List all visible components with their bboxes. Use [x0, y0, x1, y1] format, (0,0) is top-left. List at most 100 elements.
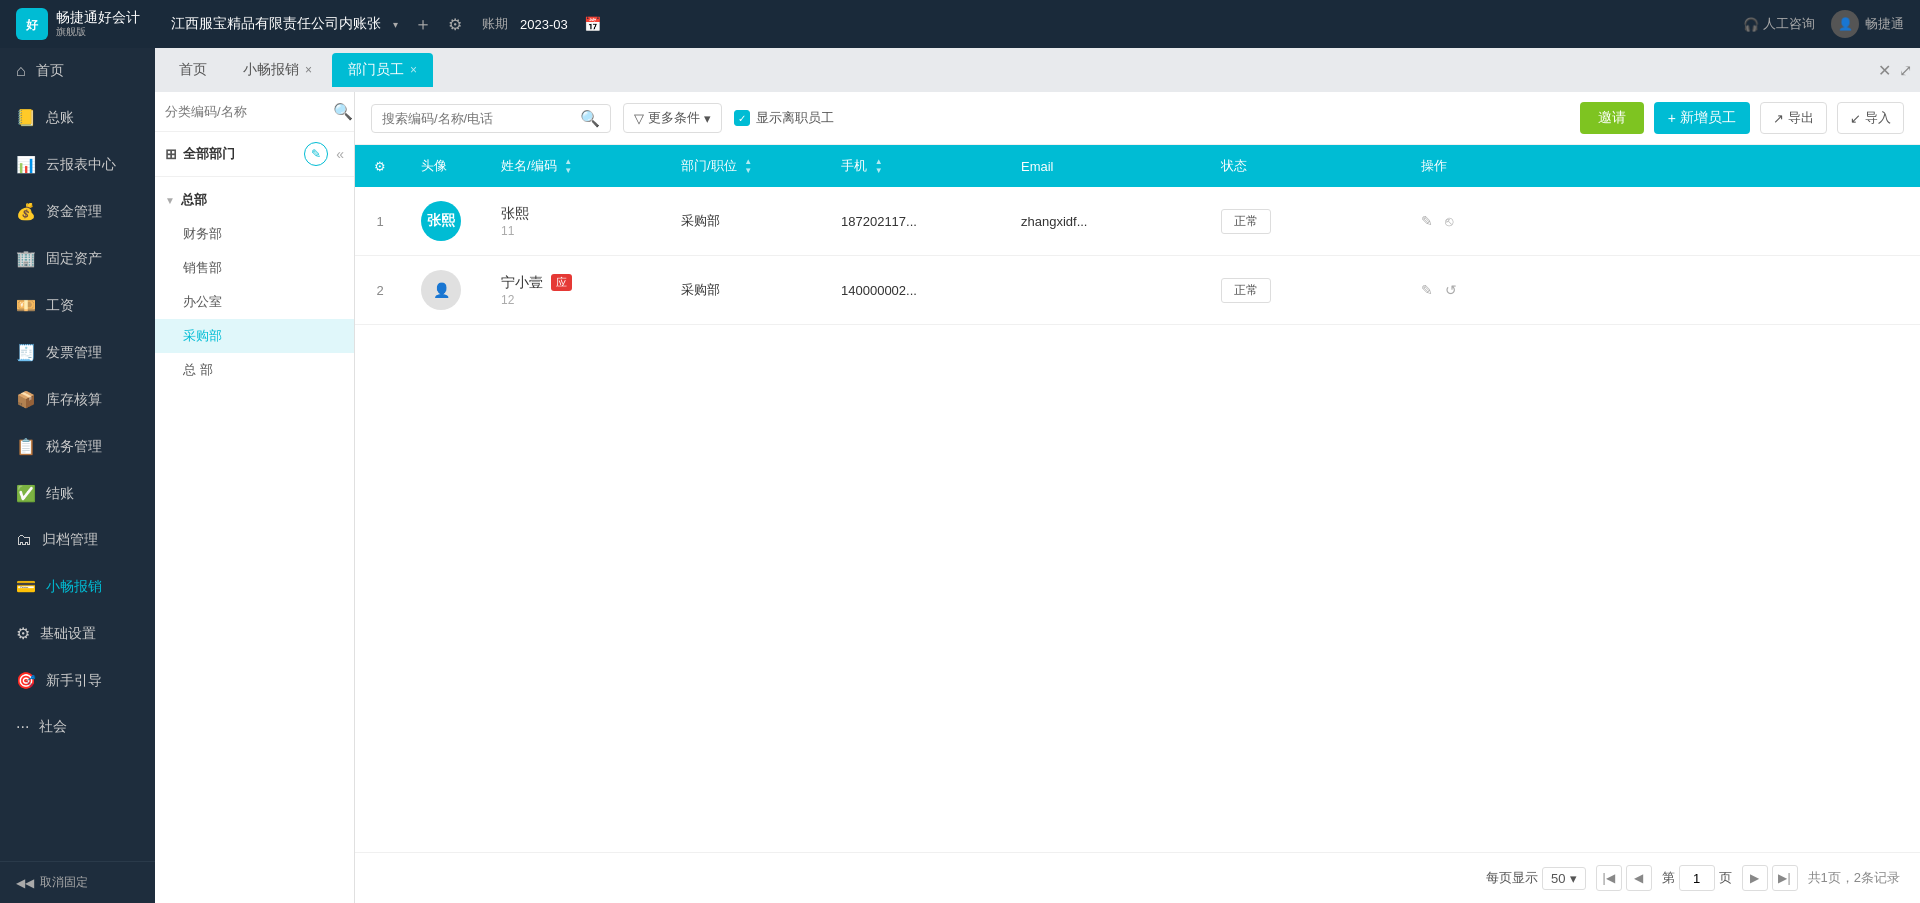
header-add-icon[interactable]: ＋: [410, 12, 436, 36]
dept-item-purchase-label: 采购部: [183, 327, 222, 345]
sidebar-item-archive[interactable]: 🗂 归档管理: [0, 517, 155, 563]
col-settings-icon[interactable]: ⚙: [374, 159, 386, 174]
prev-page-button[interactable]: ◀: [1626, 865, 1652, 891]
import-button[interactable]: ↙ 导入: [1837, 102, 1904, 134]
unpin-button[interactable]: ◀◀ 取消固定: [0, 861, 155, 903]
service-label: 人工咨询: [1763, 15, 1815, 33]
dept-search-icon[interactable]: 🔍: [333, 102, 353, 121]
all-dept-label[interactable]: ⊞ 全部部门: [165, 145, 235, 163]
user-area[interactable]: 👤 畅捷通: [1831, 10, 1904, 38]
employee-name: 张熙: [501, 205, 529, 223]
dept-search-input[interactable]: [165, 104, 333, 119]
col-name-code[interactable]: 姓名/编码 ▲▼: [485, 145, 665, 187]
sidebar-label-funds: 资金管理: [46, 203, 102, 221]
sidebar-item-more[interactable]: ··· 社会: [0, 704, 155, 750]
col-avatar: 头像: [405, 145, 485, 187]
next-page-button[interactable]: ▶: [1742, 865, 1768, 891]
sidebar-item-settings[interactable]: ⚙ 基础设置: [0, 610, 155, 657]
col-dept-pos[interactable]: 部门/职位 ▲▼: [665, 145, 825, 187]
per-page-value: 50: [1551, 871, 1565, 886]
avatar: 张熙: [421, 201, 461, 241]
import-label: 导入: [1865, 109, 1891, 127]
sidebar-label-invoice: 发票管理: [46, 344, 102, 362]
tab-home[interactable]: 首页: [163, 53, 223, 87]
add-icon: +: [1668, 110, 1676, 126]
sidebar-label-assets: 固定资产: [46, 250, 102, 268]
sidebar-item-ledger[interactable]: 📒 总账: [0, 94, 155, 141]
filter-chevron-icon: ▾: [704, 111, 711, 126]
refresh-icon[interactable]: ↺: [1445, 282, 1457, 298]
show-inactive-toggle[interactable]: ✓ 显示离职员工: [734, 109, 834, 127]
add-employee-button[interactable]: + 新增员工: [1654, 102, 1750, 134]
row-actions: ✎↺: [1405, 256, 1920, 325]
dept-item-finance[interactable]: 财务部: [155, 217, 354, 251]
sidebar-item-inventory[interactable]: 📦 库存核算: [0, 376, 155, 423]
sidebar-label-expense: 小畅报销: [46, 578, 102, 596]
sidebar-item-assets[interactable]: 🏢 固定资产: [0, 235, 155, 282]
dept-item-sales[interactable]: 销售部: [155, 251, 354, 285]
header-right: 🎧 人工咨询 👤 畅捷通: [1743, 10, 1904, 38]
per-page-label: 每页显示: [1486, 869, 1538, 887]
filter-label: 更多条件: [648, 109, 700, 127]
search-input[interactable]: [382, 111, 574, 126]
search-icon[interactable]: 🔍: [580, 109, 600, 128]
sidebar-item-funds[interactable]: 💰 资金管理: [0, 188, 155, 235]
funds-icon: 💰: [16, 202, 36, 221]
export-icon: ↗: [1773, 111, 1784, 126]
page-number-input[interactable]: [1679, 865, 1715, 891]
tab-dept-employee[interactable]: 部门员工 ×: [332, 53, 433, 87]
sidebar-item-home[interactable]: ⌂ 首页: [0, 48, 155, 94]
col-settings[interactable]: ⚙: [355, 145, 405, 187]
status-badge: 正常: [1221, 278, 1271, 303]
col-email: Email: [1005, 145, 1205, 187]
employee-code: 12: [501, 293, 514, 307]
per-page-dropdown[interactable]: 50 ▾: [1542, 867, 1585, 890]
logo-area: 好 畅捷通好会计 旗舰版: [16, 8, 171, 40]
last-page-button[interactable]: ▶|: [1772, 865, 1798, 891]
tab-dept-employee-label: 部门员工: [348, 61, 404, 79]
dept-item-hq2[interactable]: 总 部: [155, 353, 354, 387]
invite-button[interactable]: 邀请: [1580, 102, 1644, 134]
app-edition: 旗舰版: [56, 25, 140, 39]
dept-edit-button[interactable]: ✎: [304, 142, 328, 166]
dept-item-hq[interactable]: ▼ 总部: [155, 183, 354, 217]
dept-collapse-icon[interactable]: «: [336, 146, 344, 162]
company-dropdown-icon[interactable]: ▾: [393, 19, 398, 30]
logout-icon[interactable]: ⎋: [1445, 213, 1453, 229]
service-button[interactable]: 🎧 人工咨询: [1743, 15, 1815, 33]
edit-icon[interactable]: ✎: [1421, 282, 1433, 298]
expand-icon[interactable]: ⤢: [1899, 61, 1912, 80]
tab-expense-close-icon[interactable]: ×: [305, 63, 312, 77]
sidebar-item-reports[interactable]: 📊 云报表中心: [0, 141, 155, 188]
calendar-icon[interactable]: 📅: [584, 16, 601, 32]
tab-expense[interactable]: 小畅报销 ×: [227, 53, 328, 87]
guide-icon: 🎯: [16, 671, 36, 690]
filter-button[interactable]: ▽ 更多条件 ▾: [623, 103, 722, 133]
sidebar-label-more: 社会: [39, 718, 67, 736]
ledger-icon: 📒: [16, 108, 36, 127]
inventory-icon: 📦: [16, 390, 36, 409]
sidebar-item-guide[interactable]: 🎯 新手引导: [0, 657, 155, 704]
sidebar-item-settle[interactable]: ✅ 结账: [0, 470, 155, 517]
dept-item-purchase[interactable]: 采购部: [155, 319, 354, 353]
mobile-sort-arrows: ▲▼: [875, 158, 883, 175]
dept-item-sales-label: 销售部: [183, 259, 222, 277]
tab-dept-employee-close-icon[interactable]: ×: [410, 63, 417, 77]
page-size-select: 每页显示 50 ▾: [1486, 867, 1585, 890]
first-page-button[interactable]: |◀: [1596, 865, 1622, 891]
sidebar-label-payroll: 工资: [46, 297, 74, 315]
logo-icon: 好: [16, 8, 48, 40]
sidebar-item-invoice[interactable]: 🧾 发票管理: [0, 329, 155, 376]
header-settings-icon[interactable]: ⚙: [448, 15, 462, 34]
status-badge: 正常: [1221, 209, 1271, 234]
close-tab-icon[interactable]: ✕: [1878, 61, 1891, 80]
dept-item-hq-label: 总部: [181, 191, 207, 209]
show-inactive-checkbox[interactable]: ✓: [734, 110, 750, 126]
sidebar-item-tax[interactable]: 📋 税务管理: [0, 423, 155, 470]
sidebar-item-payroll[interactable]: 💴 工资: [0, 282, 155, 329]
edit-icon[interactable]: ✎: [1421, 213, 1433, 229]
export-button[interactable]: ↗ 导出: [1760, 102, 1827, 134]
col-mobile[interactable]: 手机 ▲▼: [825, 145, 1005, 187]
sidebar-item-expense[interactable]: 💳 小畅报销: [0, 563, 155, 610]
dept-item-office[interactable]: 办公室: [155, 285, 354, 319]
